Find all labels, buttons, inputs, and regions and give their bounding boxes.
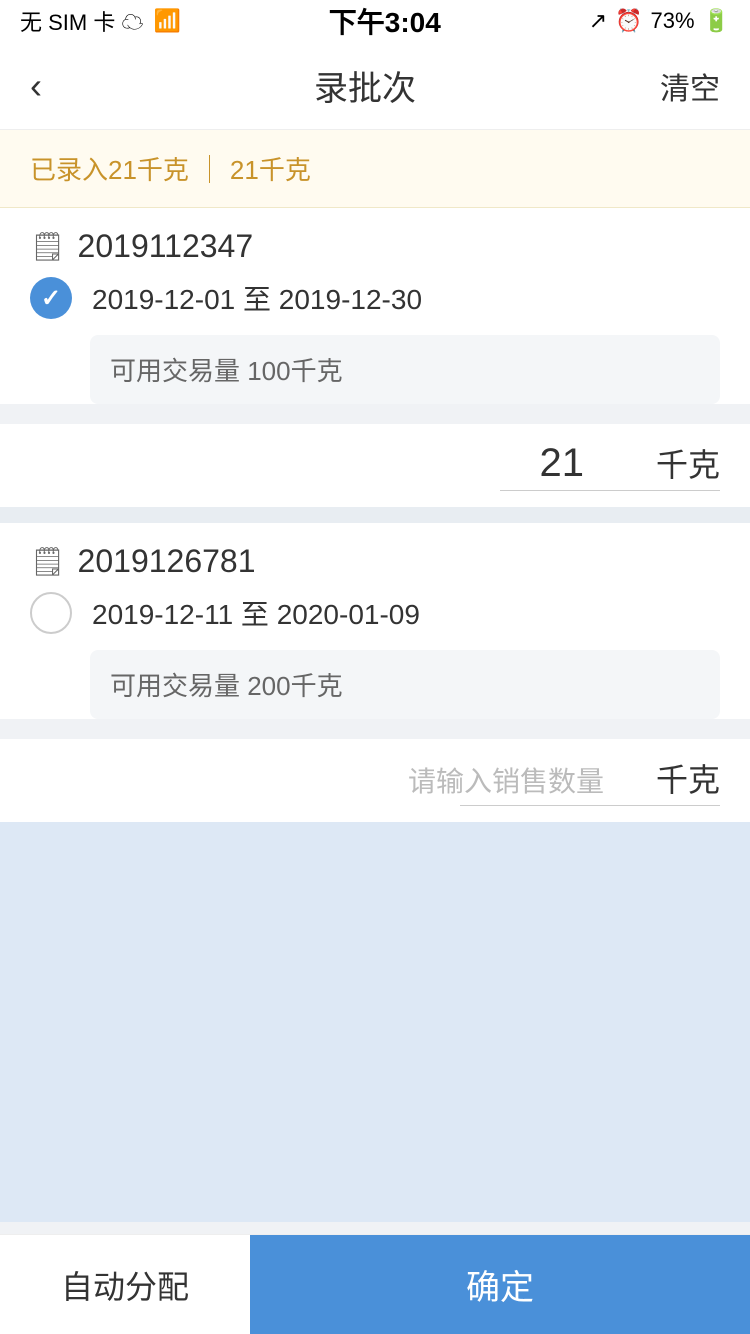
quantity-row-1: 21 千克 [0, 424, 750, 507]
nav-bar: ‹ 录批次 清空 [0, 42, 750, 130]
summary-label: 已录入21千克 [30, 150, 189, 187]
batch-id-1: 2019112347 [78, 228, 254, 265]
batch-date-2: 2019-12-11 至 2020-01-09 [92, 593, 420, 633]
status-bar: 无 SIM 卡 ☁ 📶 下午3:04 ↗ ⏰ 73% 🔋 [0, 0, 750, 42]
batch-date-1: 2019-12-01 至 2019-12-30 [92, 278, 422, 318]
battery-label: 73% [651, 8, 695, 34]
quantity-input-area-1: 21 千克 [524, 440, 720, 486]
battery-icon: 🔋 [703, 8, 730, 34]
radio-button-1[interactable]: ✓ [30, 277, 72, 319]
check-icon-1: ✓ [41, 284, 61, 313]
sim-label: 无 SIM 卡 ☁ [20, 5, 143, 37]
location-icon: ↗ [589, 8, 607, 34]
section-divider [0, 507, 750, 523]
quantity-underline-1 [500, 490, 720, 491]
clear-button[interactable]: 清空 [640, 64, 720, 108]
summary-divider [209, 155, 210, 183]
batch-item-2: 🗒 2019126781 2019-12-11 至 2020-01-09 可用交… [0, 523, 750, 719]
batch-id-2: 2019126781 [78, 543, 256, 580]
status-left: 无 SIM 卡 ☁ 📶 [20, 5, 181, 37]
doc-icon-2: 🗒 [30, 545, 66, 578]
batch-avail-1: 可用交易量 100千克 [90, 335, 720, 404]
doc-icon-1: 🗒 [30, 230, 66, 263]
batch-date-row-2: 2019-12-11 至 2020-01-09 [30, 592, 720, 634]
bottom-bar: 自动分配 确定 [0, 1234, 750, 1334]
batch-date-row-1: ✓ 2019-12-01 至 2019-12-30 [30, 277, 720, 319]
quantity-unit-1: 千克 [656, 440, 720, 486]
input-row-2: 请输入销售数量 千克 [0, 739, 750, 822]
alarm-icon: ⏰ [615, 8, 642, 34]
quantity-value-1[interactable]: 21 [524, 441, 584, 486]
back-button[interactable]: ‹ [30, 65, 90, 107]
page-title: 录批次 [90, 61, 640, 110]
batch-avail-2: 可用交易量 200千克 [90, 650, 720, 719]
batch-item-1: 🗒 2019112347 ✓ 2019-12-01 至 2019-12-30 可… [0, 208, 750, 404]
quantity-underline-2 [460, 805, 720, 806]
status-right: ↗ ⏰ 73% 🔋 [589, 8, 730, 34]
auto-distribute-button[interactable]: 自动分配 [0, 1235, 250, 1334]
quantity-placeholder-2[interactable]: 请输入销售数量 [408, 760, 604, 800]
summary-banner: 已录入21千克 21千克 [0, 130, 750, 208]
quantity-unit-2: 千克 [656, 755, 720, 801]
wifi-icon: 📶 [153, 8, 180, 34]
blue-area [0, 822, 750, 1222]
status-time: 下午3:04 [329, 1, 441, 41]
summary-value: 21千克 [230, 150, 311, 187]
batch-header-1: 🗒 2019112347 [30, 228, 720, 265]
batch-header-2: 🗒 2019126781 [30, 543, 720, 580]
confirm-button[interactable]: 确定 [250, 1235, 750, 1334]
radio-button-2[interactable] [30, 592, 72, 634]
